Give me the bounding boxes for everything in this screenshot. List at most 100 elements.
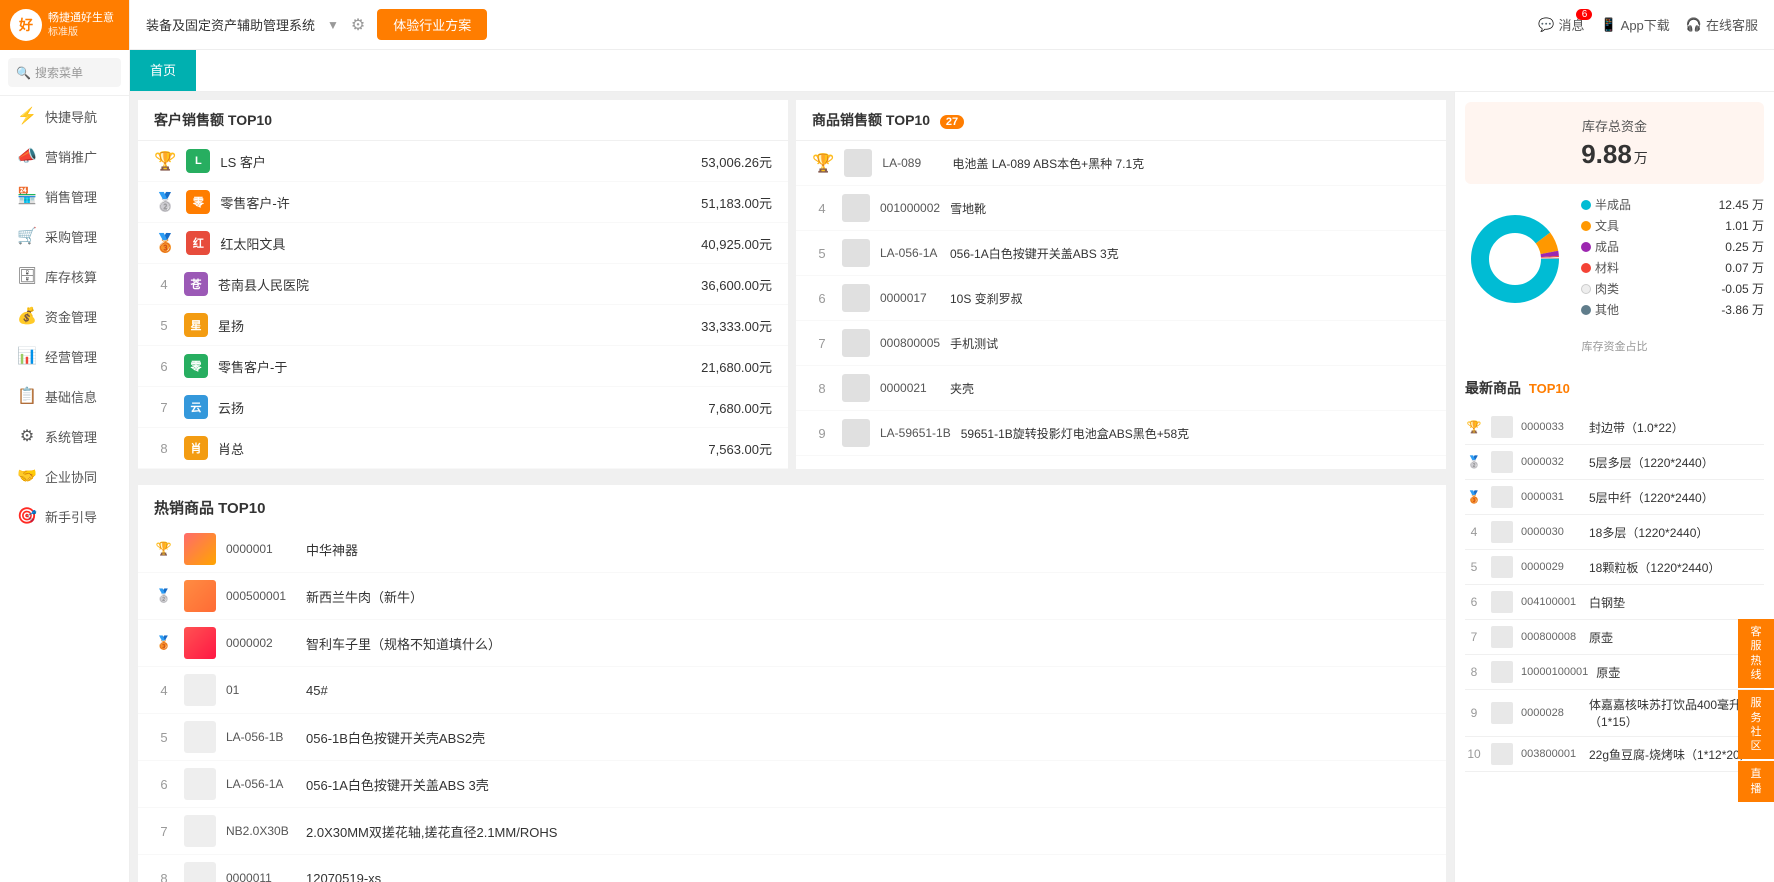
medal-silver-icon: 🥈	[154, 192, 176, 213]
management-icon: 📊	[17, 346, 37, 366]
product-image	[184, 768, 216, 800]
stock-total-box: 库存总资金 9.88 万	[1465, 102, 1764, 184]
product-thumb	[1491, 661, 1513, 683]
topbar: 装备及固定资产辅助管理系统 ▼ ⚙ 体验行业方案 💬 消息 6 📱 App下载 …	[130, 0, 1774, 50]
donut-chart-container: 半成品 12.45 万 文具 1.01 万 成品 0.25 万 材料 0.07 …	[1465, 196, 1764, 322]
list-item: 5 0000029 18颗粒板（1220*2440）	[1465, 550, 1764, 585]
table-row: 5 星 星扬 33,333.00元	[138, 305, 788, 346]
legend-row: 材料 0.07 万	[1581, 259, 1764, 276]
list-item: 6 LA-056-1A 056-1A白色按键开关盖ABS 3壳	[138, 761, 1446, 808]
nav-item-basic[interactable]: 📋 基础信息	[0, 376, 129, 416]
nav-item-management[interactable]: 📊 经营管理	[0, 336, 129, 376]
guide-icon: 🎯	[17, 506, 37, 526]
product-thumb	[842, 329, 870, 357]
donut-chart	[1465, 209, 1565, 309]
nav-item-guide[interactable]: 🎯 新手引导	[0, 496, 129, 536]
sidebar-search-area: 🔍 搜索菜单	[0, 50, 129, 96]
nav-item-inventory[interactable]: 🗄 库存核算	[0, 256, 129, 296]
dropdown-icon[interactable]: ▼	[327, 18, 339, 32]
legend-row: 其他 -3.86 万	[1581, 301, 1764, 318]
customer-badge: 云	[184, 395, 208, 419]
nav-item-system[interactable]: ⚙ 系统管理	[0, 416, 129, 456]
list-item: 8 10000100001 原壶	[1465, 655, 1764, 690]
nav-item-finance[interactable]: 💰 资金管理	[0, 296, 129, 336]
list-item: 🥈 000500001 新西兰牛肉（新牛）	[138, 573, 1446, 620]
collab-icon: 🤝	[17, 466, 37, 486]
headset-icon: 🎧	[1686, 17, 1702, 33]
message-button[interactable]: 💬 消息 6	[1538, 15, 1584, 34]
list-item: 10 003800001 22g鱼豆腐-烧烤味（1*12*20）	[1465, 737, 1764, 772]
nav-item-collab[interactable]: 🤝 企业协同	[0, 456, 129, 496]
tab-bar: 首页	[130, 50, 1774, 92]
marketing-icon: 📣	[17, 146, 37, 166]
list-item: 6 004100001 白钢垫	[1465, 585, 1764, 620]
topbar-right: 💬 消息 6 📱 App下载 🎧 在线客服	[1538, 15, 1758, 34]
product-thumb	[842, 284, 870, 312]
sales-icon: 🏪	[17, 186, 37, 206]
search-menu-button[interactable]: 🔍 搜索菜单	[8, 58, 121, 87]
product-image	[184, 627, 216, 659]
medal-gold-icon: 🏆	[154, 151, 176, 172]
product-thumb	[842, 374, 870, 402]
nav-item-sales[interactable]: 🏪 销售管理	[0, 176, 129, 216]
table-row: 7 云 云扬 7,680.00元	[138, 387, 788, 428]
list-item: 4 01 45#	[138, 667, 1446, 714]
service-community-button[interactable]: 服务社区	[1738, 690, 1774, 759]
product-thumb	[842, 194, 870, 222]
list-item: 9 0000028 体嘉嘉核味苏打饮品400毫升（1*15）	[1465, 690, 1764, 737]
legend-row: 文具 1.01 万	[1581, 217, 1764, 234]
list-item: 🥉 0000031 5层中纤（1220*2440）	[1465, 480, 1764, 515]
customer-ranking-title: 客户销售额 TOP10	[138, 100, 788, 141]
list-item: 🥉 0000002 智利车子里（规格不知道填什么）	[138, 620, 1446, 667]
list-item: 7 000800008 原壶	[1465, 620, 1764, 655]
quicknav-icon: ⚡	[17, 106, 37, 126]
nav-item-purchase[interactable]: 🛒 采购管理	[0, 216, 129, 256]
customer-badge: 星	[184, 313, 208, 337]
table-row: 🥈 零 零售客户-许 51,183.00元	[138, 182, 788, 223]
product-thumb	[1491, 521, 1513, 543]
table-row: 7 000800005 手机测试	[796, 321, 1446, 366]
sidebar: 好 畅捷通好生意 标准版 🔍 搜索菜单 ⚡ 快捷导航 📣 营销推广 🏪 销售管理…	[0, 0, 130, 882]
customer-badge: 零	[184, 354, 208, 378]
experience-button[interactable]: 体验行业方案	[377, 9, 487, 40]
search-icon: 🔍	[16, 66, 31, 80]
product-ranking-card: 商品销售额 TOP10 27 🏆 LA-089 电池盖 LA-089 ABS本色…	[796, 100, 1446, 469]
nav-item-marketing[interactable]: 📣 营销推广	[0, 136, 129, 176]
left-panel: 客户销售额 TOP10 🏆 L LS 客户 53,006.26元 🥈 零 零售客…	[130, 92, 1454, 882]
app-download-button[interactable]: 📱 App下载	[1600, 15, 1669, 34]
product-thumb	[844, 149, 872, 177]
list-item: 🥈 0000032 5层多层（1220*2440）	[1465, 445, 1764, 480]
table-row: 🥉 红 红太阳文具 40,925.00元	[138, 223, 788, 264]
product-thumb	[1491, 743, 1513, 765]
legend-row: 半成品 12.45 万	[1581, 196, 1764, 213]
new-products-section: 最新商品 TOP10 🏆 0000033 封边带（1.0*22） 🥈 00000…	[1465, 370, 1764, 772]
medal-bronze-icon: 🥉	[154, 233, 176, 254]
medal-gold-icon: 🏆	[812, 153, 834, 174]
hot-products-card: 热销商品 TOP10 🏆 0000001 中华神器 🥈 000500001 新西…	[138, 485, 1446, 882]
customer-badge: 红	[186, 231, 210, 255]
table-row: 🏆 L LS 客户 53,006.26元	[138, 141, 788, 182]
table-row: 6 0000017 10S 变刹罗叔	[796, 276, 1446, 321]
purchase-icon: 🛒	[17, 226, 37, 246]
table-row: 4 001000002 雪地靴	[796, 186, 1446, 231]
product-thumb	[842, 239, 870, 267]
product-thumb	[1491, 556, 1513, 578]
table-row: 8 0000021 夹壳	[796, 366, 1446, 411]
product-thumb	[1491, 486, 1513, 508]
nav-item-quicknav[interactable]: ⚡ 快捷导航	[0, 96, 129, 136]
customer-hotline-button[interactable]: 客服热线	[1738, 619, 1774, 688]
product-thumb	[1491, 416, 1513, 438]
message-icon: 💬	[1538, 17, 1554, 33]
online-service-button[interactable]: 🎧 在线客服	[1686, 15, 1758, 34]
list-item: 🏆 0000001 中华神器	[138, 526, 1446, 573]
table-row: 🏆 LA-089 电池盖 LA-089 ABS本色+黑种 7.1克	[796, 141, 1446, 186]
customer-badge: 苍	[184, 272, 208, 296]
sidebar-logo: 好 畅捷通好生意 标准版	[0, 0, 129, 50]
main-area: 装备及固定资产辅助管理系统 ▼ ⚙ 体验行业方案 💬 消息 6 📱 App下载 …	[130, 0, 1774, 882]
gear-icon[interactable]: ⚙	[351, 15, 365, 35]
tab-home[interactable]: 首页	[130, 50, 196, 91]
stock-caption: 库存资金占比	[1465, 338, 1764, 354]
content-area: 客户销售额 TOP10 🏆 L LS 客户 53,006.26元 🥈 零 零售客…	[130, 92, 1774, 882]
live-stream-button[interactable]: 直播	[1738, 761, 1774, 802]
hot-products-title: 热销商品 TOP10	[138, 485, 1446, 526]
